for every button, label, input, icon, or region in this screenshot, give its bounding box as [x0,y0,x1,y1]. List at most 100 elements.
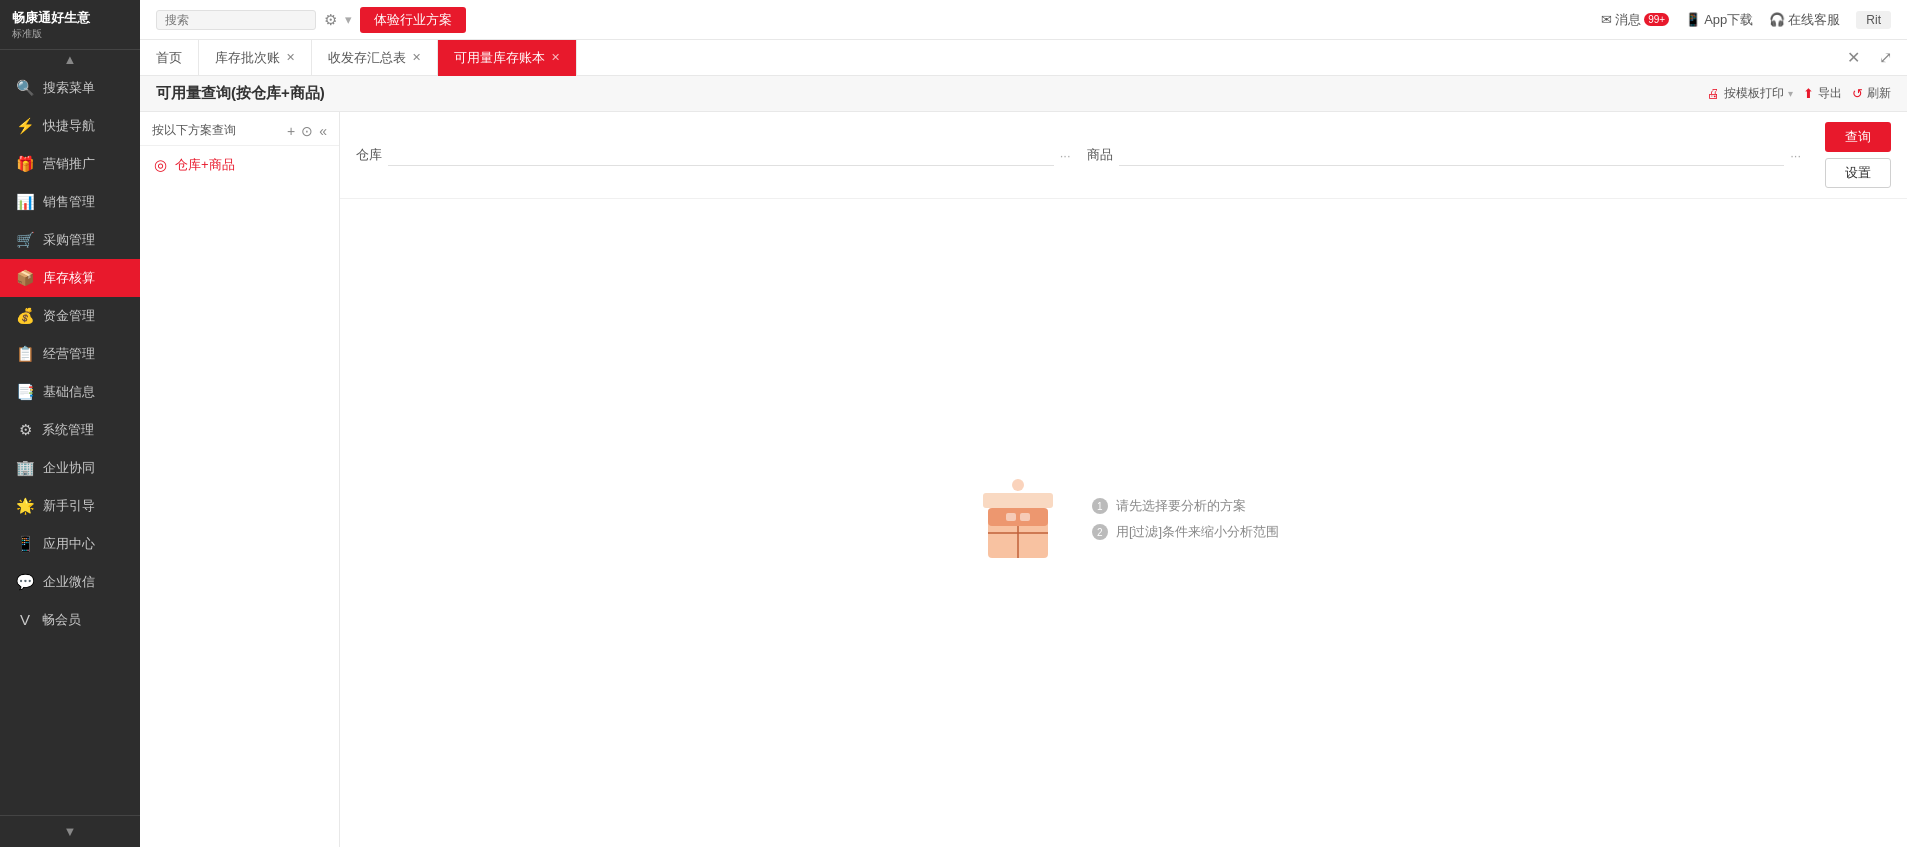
sidebar-item-basic[interactable]: 📑 基础信息 [0,373,140,411]
tab-home[interactable]: 首页 [140,40,199,76]
tab-close-inventory-summary[interactable]: ✕ [412,51,421,64]
sidebar-item-wechat[interactable]: 💬 企业微信 [0,563,140,601]
empty-state: 1 请先选择要分析的方案 2 用[过滤]条件来缩小分析范围 [340,199,1907,847]
sidebar-item-inventory[interactable]: 📦 库存核算 [0,259,140,297]
sidebar-item-appstore[interactable]: 📱 应用中心 [0,525,140,563]
app-download-btn[interactable]: 📱 App下载 [1685,11,1753,29]
sidebar-label-finance: 资金管理 [43,307,95,325]
trial-btn[interactable]: 体验行业方案 [360,7,466,33]
tab-inventory-summary[interactable]: 收发存汇总表✕ [312,40,438,76]
tab-available-ledger[interactable]: 可用量库存账本✕ [438,40,577,76]
filter-panel: 按以下方案查询 + ⊙ « ◎ 仓库+商品 [140,112,340,847]
close-tab-btn[interactable]: ✕ [1839,44,1867,72]
sidebar: 畅康通好生意 标准版 ▲ 🔍 搜索菜单 ⚡ 快捷导航 🎁 营销推广 📊 销售管理… [0,0,140,847]
headset-icon: 🎧 [1769,12,1785,27]
maximize-tab-btn[interactable]: ⤢ [1871,44,1899,72]
warehouse-more-btn[interactable]: ··· [1060,148,1071,163]
print-btn[interactable]: 🖨 按模板打印 ▾ [1707,85,1793,102]
sidebar-icon-operation: 📋 [16,345,35,363]
step1-num: 1 [1092,498,1108,514]
step2-num: 2 [1092,524,1108,540]
tab-close-available-ledger[interactable]: ✕ [551,51,560,64]
tab-label-home: 首页 [156,49,182,67]
search-input[interactable] [165,13,307,27]
svg-rect-5 [1020,513,1030,521]
sidebar-icon-search: 🔍 [16,79,35,97]
sidebar-icon-sales: 📊 [16,193,35,211]
sidebar-icon-purchase: 🛒 [16,231,35,249]
sidebar-label-system: 系统管理 [42,421,94,439]
message-icon: ✉ [1601,12,1612,27]
step1-text: 请先选择要分析的方案 [1116,497,1246,515]
sidebar-scroll-down[interactable]: ▼ [0,815,140,847]
content-area: 按以下方案查询 + ⊙ « ◎ 仓库+商品 仓库 ··· [140,112,1907,847]
sidebar-label-sales: 销售管理 [43,193,95,211]
page-header: 可用量查询(按仓库+商品) 🖨 按模板打印 ▾ ⬆ 导出 ↺ 刷新 [140,76,1907,112]
svg-rect-1 [988,508,1048,526]
sidebar-icon-inventory: 📦 [16,269,35,287]
sidebar-label-vip: 畅会员 [42,611,81,629]
phone-icon: 📱 [1685,12,1701,27]
query-actions: 查询 设置 [1825,122,1891,188]
notification-label: 消息 [1615,11,1641,29]
sidebar-icon-shortcut: ⚡ [16,117,35,135]
sidebar-label-purchase: 采购管理 [43,231,95,249]
add-scheme-btn[interactable]: + [287,123,295,139]
filter-header-actions: + ⊙ « [287,123,327,139]
empty-state-text: 1 请先选择要分析的方案 2 用[过滤]条件来缩小分析范围 [1092,497,1279,549]
export-icon: ⬆ [1803,86,1814,101]
query-btn[interactable]: 查询 [1825,122,1891,152]
user-menu-btn[interactable]: Rit [1856,11,1891,29]
sidebar-icon-basic: 📑 [16,383,35,401]
sidebar-item-sales[interactable]: 📊 销售管理 [0,183,140,221]
sidebar-item-enterprise[interactable]: 🏢 企业协同 [0,449,140,487]
sidebar-label-wechat: 企业微信 [43,573,95,591]
sidebar-item-shortcut[interactable]: ⚡ 快捷导航 [0,107,140,145]
page-title: 可用量查询(按仓库+商品) [156,84,325,103]
topbar-search-box[interactable] [156,10,316,30]
sidebar-icon-guide: 🌟 [16,497,35,515]
export-btn[interactable]: ⬆ 导出 [1803,85,1842,102]
dropdown-icon[interactable]: ▾ [345,12,352,27]
sidebar-item-vip[interactable]: V 畅会员 [0,601,140,639]
sidebar-item-guide[interactable]: 🌟 新手引导 [0,487,140,525]
sidebar-icon-wechat: 💬 [16,573,35,591]
scheme-settings-btn[interactable]: ⊙ [301,123,313,139]
sidebar-scroll-up[interactable]: ▲ [0,50,140,69]
print-dropdown-icon[interactable]: ▾ [1788,88,1793,99]
tab-batch-ledger[interactable]: 库存批次账 ✕ [199,40,312,76]
topbar-right: ✉ 消息 99+ 📱 App下载 🎧 在线客服 Rit [1601,11,1891,29]
query-area: 仓库 ··· 商品 ··· 查询 设置 [340,112,1907,847]
column-settings-btn[interactable]: 设置 [1825,158,1891,188]
tabs-actions: ✕ ⤢ [1839,44,1907,72]
product-input[interactable] [1119,145,1785,166]
sidebar-item-finance[interactable]: 💰 资金管理 [0,297,140,335]
sidebar-icon-marketing: 🎁 [16,155,35,173]
svg-point-7 [1012,479,1024,491]
empty-illustration [968,473,1068,573]
app-edition: 标准版 [12,27,128,41]
warehouse-input[interactable] [388,145,1054,166]
svg-rect-6 [983,493,1053,508]
product-more-btn[interactable]: ··· [1790,148,1801,163]
sidebar-item-search[interactable]: 🔍 搜索菜单 [0,69,140,107]
main-area: ⚙ ▾ 体验行业方案 ✉ 消息 99+ 📱 App下载 🎧 在线客服 Rit 首… [140,0,1907,847]
sidebar-item-system[interactable]: ⚙ 系统管理 [0,411,140,449]
topbar: ⚙ ▾ 体验行业方案 ✉ 消息 99+ 📱 App下载 🎧 在线客服 Rit [140,0,1907,40]
filter-scheme-item[interactable]: ◎ 仓库+商品 [140,146,339,184]
sidebar-item-marketing[interactable]: 🎁 营销推广 [0,145,140,183]
refresh-btn[interactable]: ↺ 刷新 [1852,85,1891,102]
sidebar-label-appstore: 应用中心 [43,535,95,553]
warehouse-field-group: 仓库 ··· [356,145,1071,166]
tab-close-batch-ledger[interactable]: ✕ [286,51,295,64]
sidebar-label-basic: 基础信息 [43,383,95,401]
sidebar-item-operation[interactable]: 📋 经营管理 [0,335,140,373]
collapse-filter-btn[interactable]: « [319,123,327,139]
product-field-group: 商品 ··· [1087,145,1802,166]
notification-btn[interactable]: ✉ 消息 99+ [1601,11,1669,29]
tab-label-batch-ledger: 库存批次账 [215,49,280,67]
step1: 1 请先选择要分析的方案 [1092,497,1279,515]
online-service-btn[interactable]: 🎧 在线客服 [1769,11,1840,29]
sidebar-item-purchase[interactable]: 🛒 采购管理 [0,221,140,259]
settings-icon[interactable]: ⚙ [324,11,337,29]
